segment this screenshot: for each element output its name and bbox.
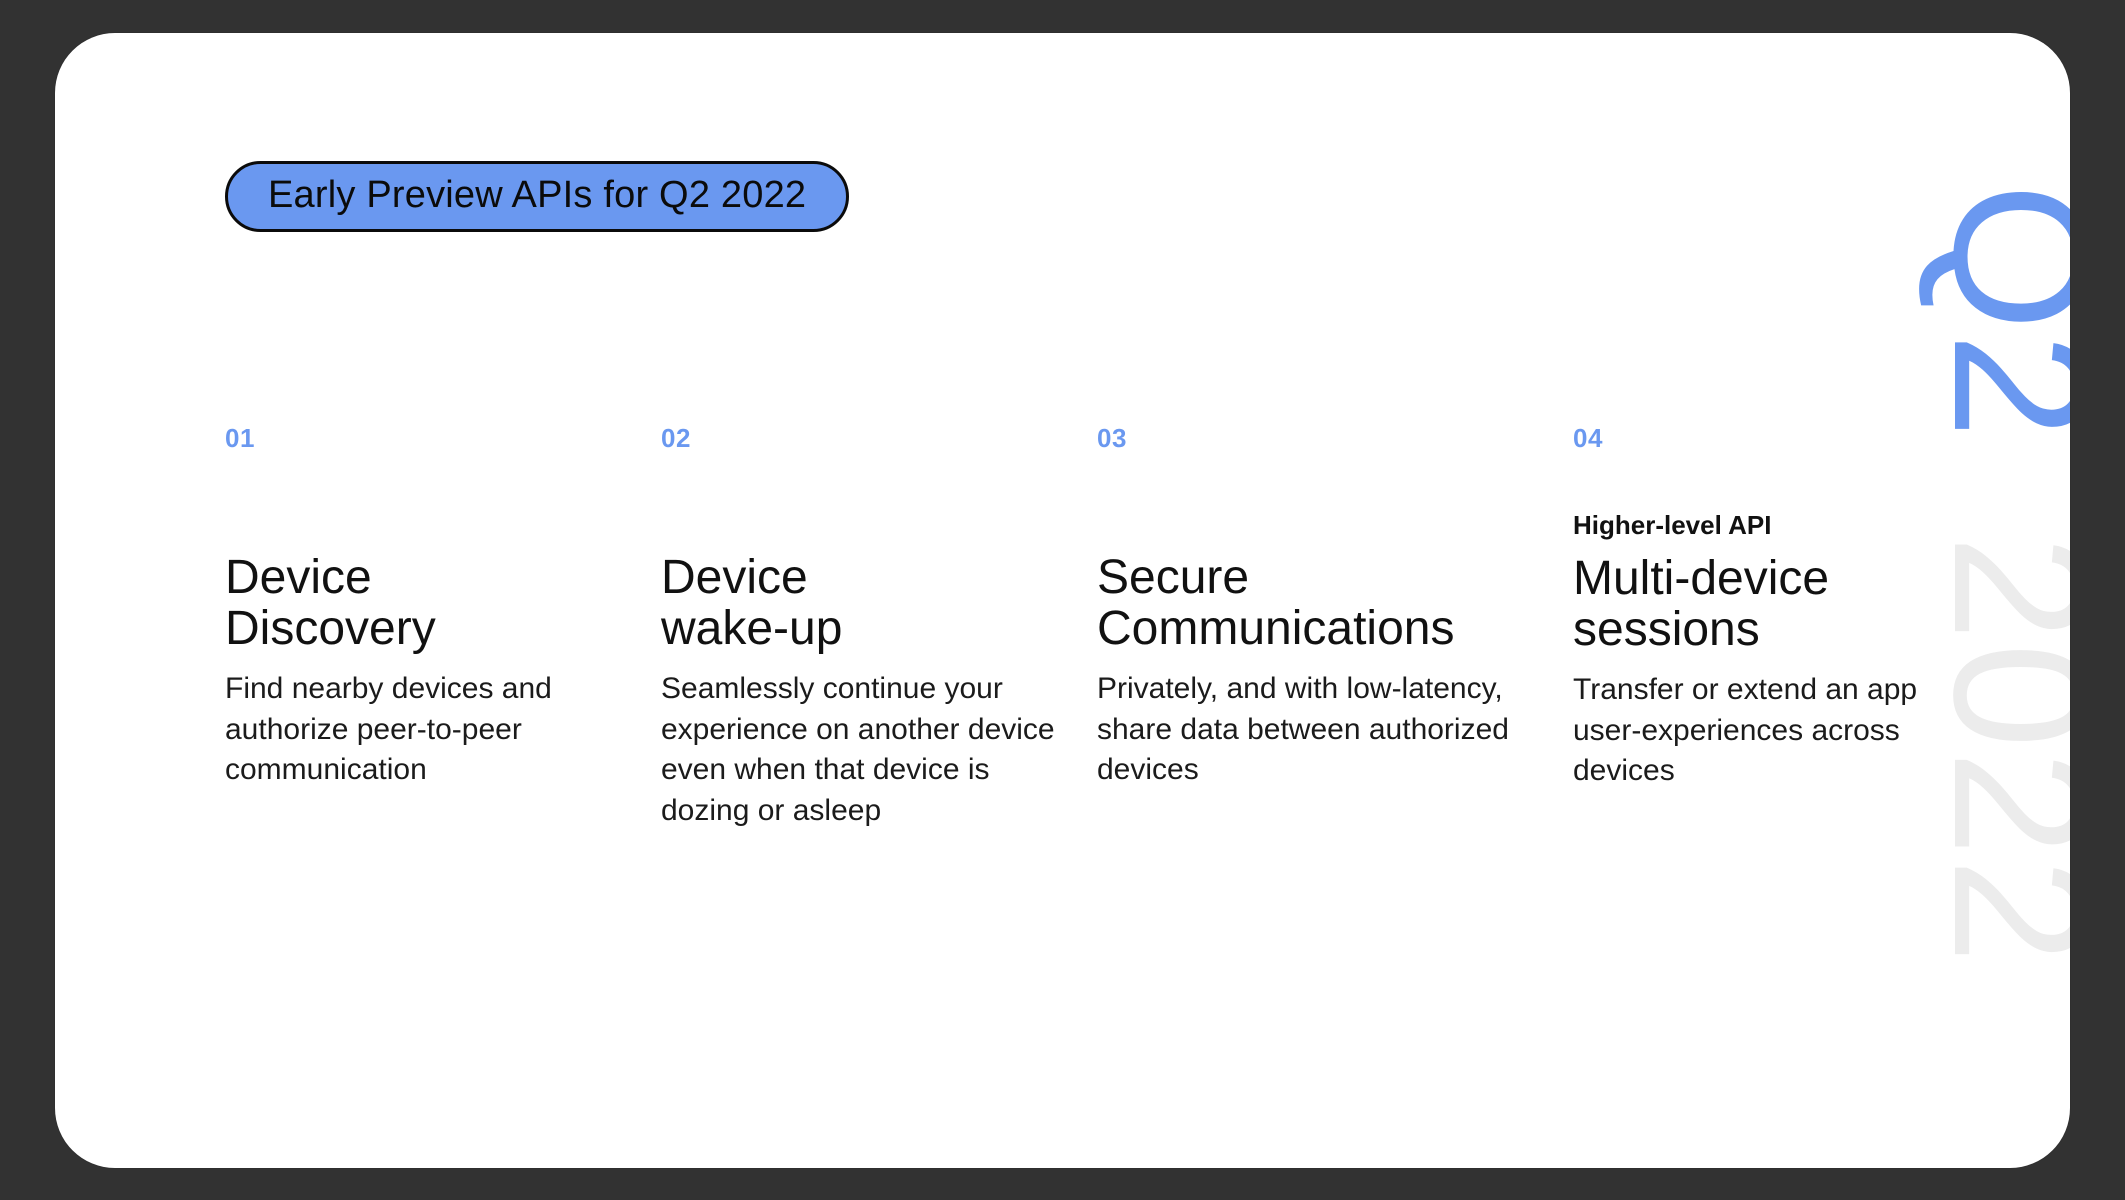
feature-column-1: 01 Device Discovery Find nearby devices … [225,423,625,832]
feature-description: Privately, and with low-latency, share d… [1097,669,1537,791]
feature-description: Find nearby devices and authorize peer-t… [225,669,625,791]
feature-number: 01 [225,423,625,454]
feature-columns: 01 Device Discovery Find nearby devices … [225,423,1860,832]
feature-subhead: Higher-level API [1573,510,1973,541]
feature-title: Device wake-up [661,552,1061,656]
feature-description: Transfer or extend an app user-experienc… [1573,670,1973,792]
feature-title: Device Discovery [225,552,625,656]
feature-description: Seamlessly continue your experience on a… [661,669,1061,831]
header-pill: Early Preview APIs for Q2 2022 [225,161,849,232]
presentation-slide: Early Preview APIs for Q2 2022 Q2 2022 0… [55,33,2070,1168]
header-pill-label: Early Preview APIs for Q2 2022 [268,174,806,216]
feature-column-4: 04 Higher-level API Multi-device session… [1573,423,1973,832]
feature-title: Multi-device sessions [1573,553,1973,657]
feature-column-3: 03 Secure Communications Privately, and … [1097,423,1537,832]
feature-number: 02 [661,423,1061,454]
feature-number: 03 [1097,423,1537,454]
feature-number: 04 [1573,423,1973,454]
feature-column-2: 02 Device wake-up Seamlessly continue yo… [661,423,1061,832]
feature-title: Secure Communications [1097,552,1537,656]
background-q2: Q2 [1914,183,2070,440]
